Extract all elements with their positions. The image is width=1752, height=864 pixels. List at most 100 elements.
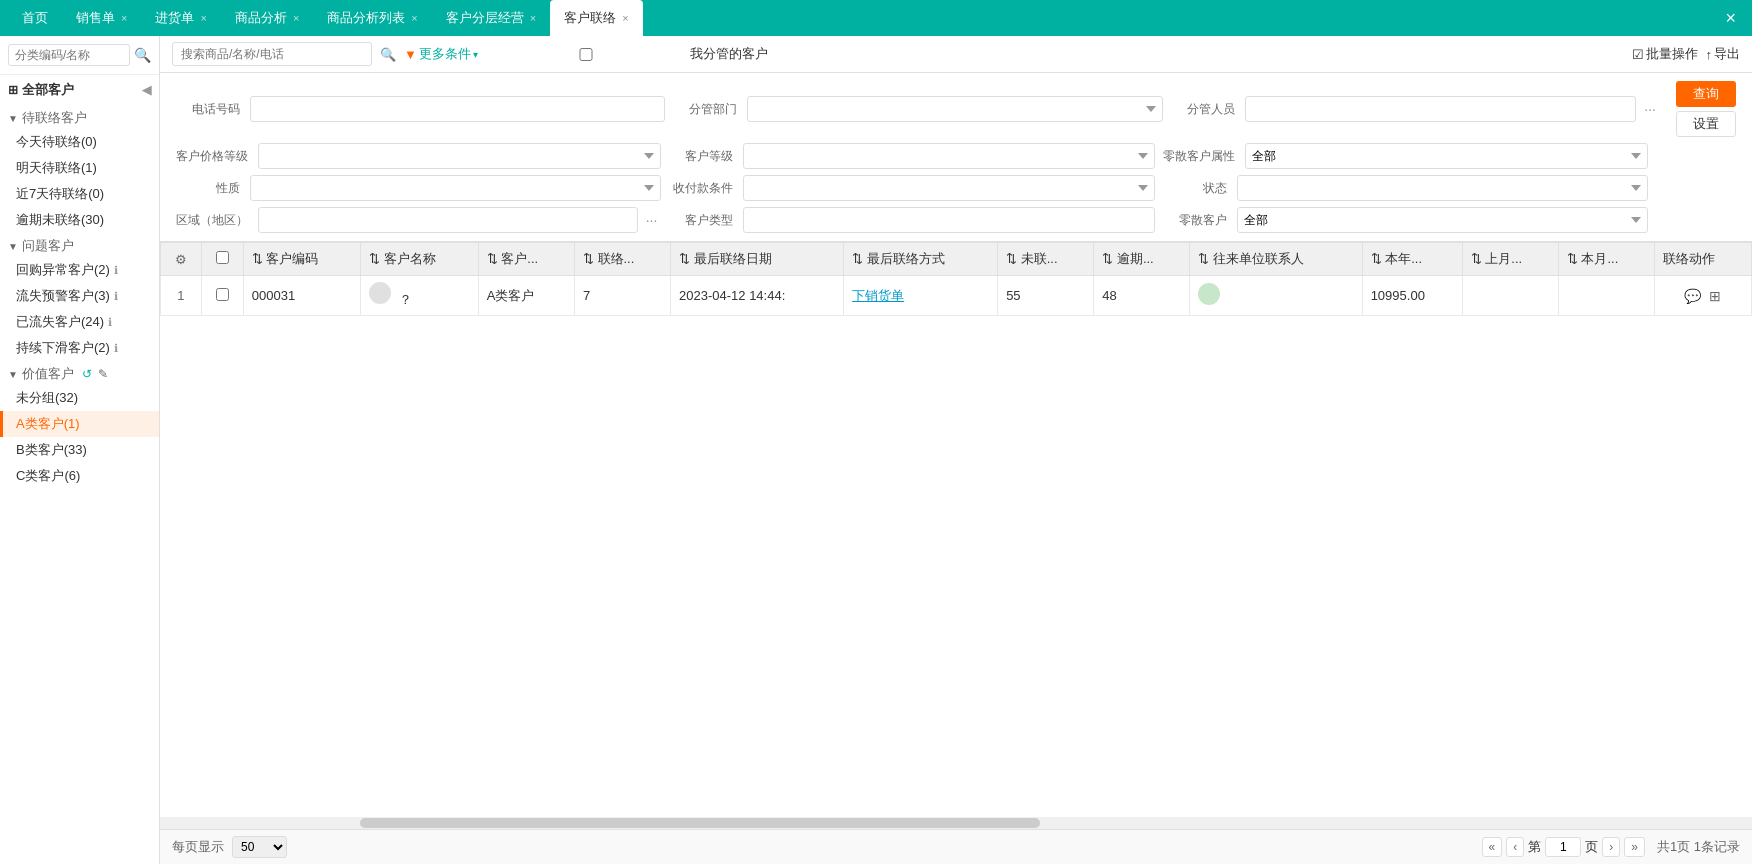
nav-sales[interactable]: 销售单 × — [62, 0, 141, 36]
th-gear[interactable]: ⚙ — [161, 243, 202, 276]
th-overdue[interactable]: ⇅ 逾期... — [1094, 243, 1190, 276]
last-method-link[interactable]: 下销货单 — [852, 288, 904, 303]
sidebar-body: ⊞ 全部客户 ◀ ▼ 待联络客户 今天待联络(0) 明天待联络(1) 近7天待联… — [0, 75, 159, 864]
nav-product-analysis-list[interactable]: 商品分析列表 × — [313, 0, 431, 36]
close-customer-contact-tab[interactable]: × — [622, 12, 628, 24]
filter-price-level-select[interactable] — [258, 143, 661, 169]
filter-region-more-btn[interactable]: ··· — [642, 212, 662, 228]
close-purchase-tab[interactable]: × — [200, 12, 206, 24]
last-page-button[interactable]: » — [1624, 837, 1645, 857]
row-uncontacted: 55 — [998, 276, 1094, 316]
filter-retail-customer-select[interactable]: 全部 — [1237, 207, 1648, 233]
th-last-method[interactable]: ⇅ 最后联络方式 — [844, 243, 998, 276]
export-button[interactable]: ↑ 导出 — [1706, 45, 1741, 63]
th-type[interactable]: ⇅ 客户... — [478, 243, 574, 276]
close-customer-tier-tab[interactable]: × — [530, 12, 536, 24]
row-last-date: 2023-04-12 14:44: — [671, 276, 844, 316]
sidebar-item-7days[interactable]: 近7天待联络(0) — [0, 181, 159, 207]
more-filter-button[interactable]: ▼ 更多条件 ▾ — [404, 45, 478, 63]
section-value-customers[interactable]: ▼ 价值客户 ↺ ✎ — [0, 361, 159, 385]
nav-home[interactable]: 首页 — [8, 0, 62, 36]
sidebar-search-input[interactable] — [8, 44, 130, 66]
edit-value-icon[interactable]: ✎ — [98, 367, 108, 381]
batch-operation-button[interactable]: ☑ 批量操作 — [1632, 45, 1698, 63]
contact-chat-icon[interactable]: 💬 — [1684, 288, 1701, 304]
sidebar-search-area: 🔍 — [0, 36, 159, 75]
my-customer-checkbox[interactable] — [486, 48, 686, 61]
section-pending-contact[interactable]: ▼ 待联络客户 — [0, 105, 159, 129]
sidebar-item-overdue[interactable]: 逾期未联络(30) — [0, 207, 159, 233]
filter-payment-select[interactable] — [743, 175, 1154, 201]
sidebar-item-ungrouped[interactable]: 未分组(32) — [0, 385, 159, 411]
select-all-checkbox[interactable] — [216, 251, 229, 264]
table-header-row: ⚙ ⇅ 客户编码 ⇅ 客户名称 ⇅ 客户... ⇅ 联络... ⇅ 最后联络日期… — [161, 243, 1752, 276]
section-problem-customers[interactable]: ▼ 问题客户 — [0, 233, 159, 257]
filter-status-select[interactable] — [1237, 175, 1648, 201]
info-icon-lost: ℹ — [108, 316, 112, 329]
sidebar-item-tomorrow[interactable]: 明天待联络(1) — [0, 155, 159, 181]
th-last-month[interactable]: ⇅ 上月... — [1462, 243, 1558, 276]
all-customers-header[interactable]: ⊞ 全部客户 ◀ — [0, 75, 159, 105]
per-page-label: 每页显示 — [172, 838, 224, 856]
sidebar-item-today[interactable]: 今天待联络(0) — [0, 129, 159, 155]
close-sales-tab[interactable]: × — [121, 12, 127, 24]
row-contact-count: 7 — [574, 276, 670, 316]
sidebar-item-class-b[interactable]: B类客户(33) — [0, 437, 159, 463]
close-product-list-tab[interactable]: × — [411, 12, 417, 24]
th-checkbox[interactable] — [201, 243, 243, 276]
contact-qr-icon[interactable]: ⊞ — [1709, 288, 1721, 304]
th-code[interactable]: ⇅ 客户编码 — [243, 243, 360, 276]
nav-customer-tier[interactable]: 客户分层经营 × — [432, 0, 550, 36]
filter-nature-select[interactable] — [250, 175, 661, 201]
nav-product-analysis[interactable]: 商品分析 × — [221, 0, 313, 36]
nav-purchase[interactable]: 进货单 × — [141, 0, 220, 36]
page-end-label: 页 — [1585, 838, 1598, 856]
filter-retail-attr: 零散客户属性 全部 — [1163, 143, 1656, 169]
filter-icon: ▼ — [404, 47, 417, 62]
close-all-button[interactable]: × — [1717, 8, 1744, 29]
close-product-analysis-tab[interactable]: × — [293, 12, 299, 24]
sidebar-item-churn-warning[interactable]: 流失预警客户(3) ℹ — [0, 283, 159, 309]
all-customers-label: 全部客户 — [22, 81, 74, 99]
sidebar-item-class-a[interactable]: A类客户(1) — [0, 411, 159, 437]
sidebar-item-abnormal-repurchase[interactable]: 回购异常客户(2) ℹ — [0, 257, 159, 283]
filter-person-more-btn[interactable]: ··· — [1640, 101, 1660, 117]
filter-person-input[interactable] — [1245, 96, 1637, 122]
th-uncontacted[interactable]: ⇅ 未联... — [998, 243, 1094, 276]
sidebar-search-icon[interactable]: 🔍 — [134, 47, 151, 63]
refresh-value-icon[interactable]: ↺ — [82, 367, 92, 381]
row-checkbox-cell[interactable] — [201, 276, 243, 316]
th-this-month[interactable]: ⇅ 本月... — [1558, 243, 1654, 276]
next-page-button[interactable]: › — [1602, 837, 1620, 857]
th-contact[interactable]: ⇅ 联络... — [574, 243, 670, 276]
page-input[interactable] — [1545, 837, 1581, 857]
scrollbar-thumb[interactable] — [360, 818, 1040, 828]
row-last-method[interactable]: 下销货单 — [844, 276, 998, 316]
row-checkbox[interactable] — [216, 288, 229, 301]
horizontal-scrollbar[interactable] — [160, 817, 1752, 829]
th-this-year[interactable]: ⇅ 本年... — [1362, 243, 1462, 276]
th-person[interactable]: ⇅ 往来单位联系人 — [1190, 243, 1362, 276]
query-button[interactable]: 查询 — [1676, 81, 1736, 107]
sidebar-item-declining[interactable]: 持续下滑客户(2) ℹ — [0, 335, 159, 361]
filter-phone-input[interactable] — [250, 96, 665, 122]
filter-retail-attr-select[interactable]: 全部 — [1245, 143, 1648, 169]
sidebar-item-lost-customers[interactable]: 已流失客户(24) ℹ — [0, 309, 159, 335]
nav-customer-contact[interactable]: 客户联络 × — [550, 0, 642, 36]
settings-button[interactable]: 设置 — [1676, 111, 1736, 137]
search-input[interactable] — [172, 42, 372, 66]
sidebar-item-class-c[interactable]: C类客户(6) — [0, 463, 159, 489]
filter-customer-type-input[interactable] — [743, 207, 1154, 233]
my-customer-checkbox-label[interactable]: 我分管的客户 — [486, 45, 768, 63]
filter-dept-select[interactable] — [747, 96, 1162, 122]
prev-page-button[interactable]: ‹ — [1506, 837, 1524, 857]
collapse-sidebar-icon[interactable]: ◀ — [142, 83, 151, 97]
filter-customer-level-select[interactable] — [743, 143, 1154, 169]
filter-search-icon[interactable]: 🔍 — [380, 47, 396, 62]
th-last-date[interactable]: ⇅ 最后联络日期 — [671, 243, 844, 276]
th-name[interactable]: ⇅ 客户名称 — [361, 243, 478, 276]
per-page-select[interactable]: 50 — [232, 836, 287, 858]
first-page-button[interactable]: « — [1482, 837, 1503, 857]
filter-region-input[interactable] — [258, 207, 638, 233]
filter-person-label: 分管人员 — [1171, 101, 1241, 118]
